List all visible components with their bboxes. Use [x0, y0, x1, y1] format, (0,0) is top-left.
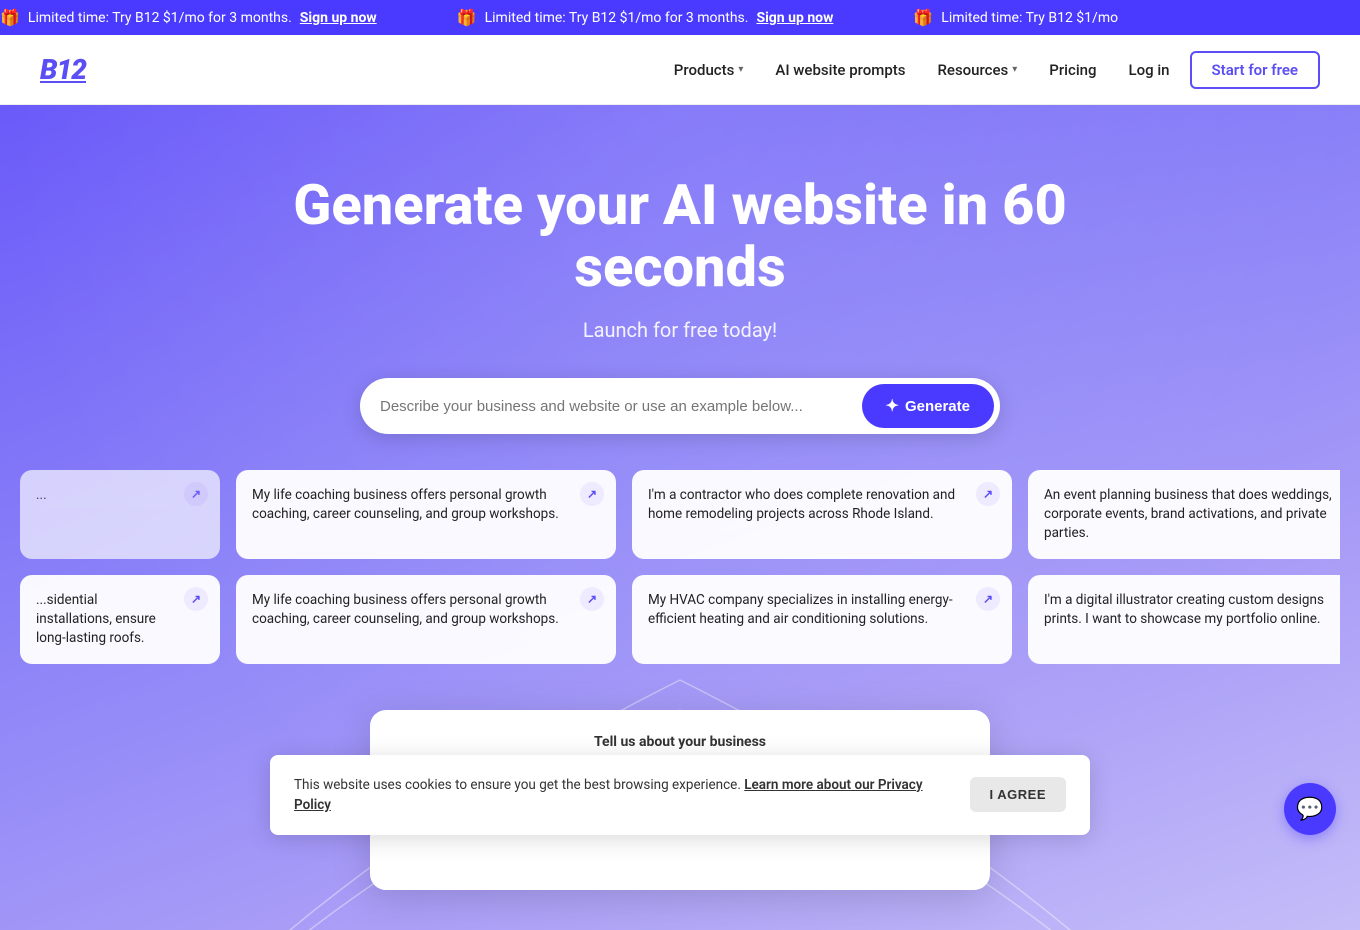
example-card-text-2-2: My life coaching business offers persona…	[252, 591, 568, 629]
nav-item-ai-prompts: AI website prompts	[775, 61, 905, 79]
example-card-text-1-1: My life coaching business offers persona…	[252, 486, 568, 524]
example-card-text-1-3: An event planning business that does wed…	[1044, 486, 1340, 543]
example-card-text-2-4: I'm a digital illustrator creating custo…	[1044, 591, 1340, 629]
gift-icon-2: 🎁	[457, 8, 477, 27]
nav-link-products[interactable]: Products ▾	[674, 61, 744, 79]
arrow-icon-2-2: ↗	[580, 587, 604, 611]
promo-banner-inner: 🎁 Limited time: Try B12 $1/mo for 3 mont…	[0, 8, 1118, 27]
example-card-2-4[interactable]: I'm a digital illustrator creating custo…	[1028, 575, 1340, 664]
nav-item-pricing: Pricing	[1049, 61, 1096, 79]
cookie-agree-button[interactable]: I AGREE	[970, 777, 1066, 812]
gift-icon-1: 🎁	[0, 8, 20, 27]
example-card-2-1-partial[interactable]: ...sidential installations, ensure long-…	[20, 575, 220, 664]
example-card-text-2-3: My HVAC company specializes in installin…	[648, 591, 964, 629]
nav-link-resources[interactable]: Resources ▾	[937, 61, 1017, 79]
promo-text-3: Limited time: Try B12 $1/mo	[941, 10, 1118, 26]
arrow-icon-2-1: ↗	[184, 587, 208, 611]
arrow-icon-1-1: ↗	[580, 482, 604, 506]
nav-links: Products ▾ AI website prompts Resources …	[674, 61, 1097, 79]
promo-link-2[interactable]: Sign up now	[756, 10, 833, 26]
cookie-text: This website uses cookies to ensure you …	[294, 775, 950, 816]
login-link[interactable]: Log in	[1129, 61, 1170, 79]
generate-button[interactable]: ✦ Generate	[862, 384, 994, 428]
promo-text-1: Limited time: Try B12 $1/mo for 3 months…	[28, 10, 292, 26]
example-card-2-2[interactable]: My life coaching business offers persona…	[236, 575, 616, 664]
arrow-icon-1-2: ↗	[976, 482, 1000, 506]
example-cards-row-2: ...sidential installations, ensure long-…	[20, 575, 1340, 664]
chat-icon: 💬	[1296, 797, 1323, 822]
promo-item-2: 🎁 Limited time: Try B12 $1/mo for 3 mont…	[457, 8, 834, 27]
example-card-1-3[interactable]: An event planning business that does wed…	[1028, 470, 1340, 559]
example-card-1-2[interactable]: I'm a contractor who does complete renov…	[632, 470, 1012, 559]
arrow-icon-2-3: ↗	[976, 587, 1000, 611]
example-card-2-3[interactable]: My HVAC company specializes in installin…	[632, 575, 1012, 664]
hero-input-wrap: ✦ Generate	[360, 378, 1000, 434]
promo-item-1: 🎁 Limited time: Try B12 $1/mo for 3 mont…	[0, 8, 377, 27]
sparkle-icon: ✦	[886, 396, 899, 416]
promo-item-3: 🎁 Limited time: Try B12 $1/mo	[913, 8, 1118, 27]
navbar: B12 Products ▾ AI website prompts Resour…	[0, 35, 1360, 105]
nav-cta-group: Log in Start for free	[1129, 51, 1320, 89]
nav-link-ai-prompts[interactable]: AI website prompts	[775, 61, 905, 79]
example-card-text-1-2: I'm a contractor who does complete renov…	[648, 486, 964, 524]
chat-button[interactable]: 💬	[1284, 783, 1336, 835]
nav-link-pricing[interactable]: Pricing	[1049, 61, 1096, 79]
example-card-partial-left[interactable]: ... ↗	[20, 470, 220, 559]
promo-link-1[interactable]: Sign up now	[300, 10, 377, 26]
preview-tell-label: Tell us about your business	[594, 734, 766, 750]
chevron-down-icon-products: ▾	[738, 64, 743, 75]
logo[interactable]: B12	[40, 53, 86, 86]
hero-title: Generate your AI website in 60 seconds	[230, 175, 1130, 298]
business-description-input[interactable]	[380, 398, 862, 415]
nav-item-resources: Resources ▾	[937, 61, 1017, 79]
promo-banner: 🎁 Limited time: Try B12 $1/mo for 3 mont…	[0, 0, 1360, 35]
arrow-icon: ↗	[184, 482, 208, 506]
nav-item-products: Products ▾	[674, 61, 744, 79]
hero-subtitle: Launch for free today!	[583, 318, 777, 342]
example-card-1-1[interactable]: My life coaching business offers persona…	[236, 470, 616, 559]
start-for-free-button[interactable]: Start for free	[1190, 51, 1320, 89]
cookie-banner: This website uses cookies to ensure you …	[270, 755, 1090, 836]
chevron-down-icon-resources: ▾	[1012, 64, 1017, 75]
gift-icon-3: 🎁	[913, 8, 933, 27]
example-card-text-2-1: ...sidential installations, ensure long-…	[36, 591, 172, 648]
example-cards-row-1: ... ↗ My life coaching business offers p…	[20, 470, 1340, 559]
promo-text-2: Limited time: Try B12 $1/mo for 3 months…	[485, 10, 749, 26]
